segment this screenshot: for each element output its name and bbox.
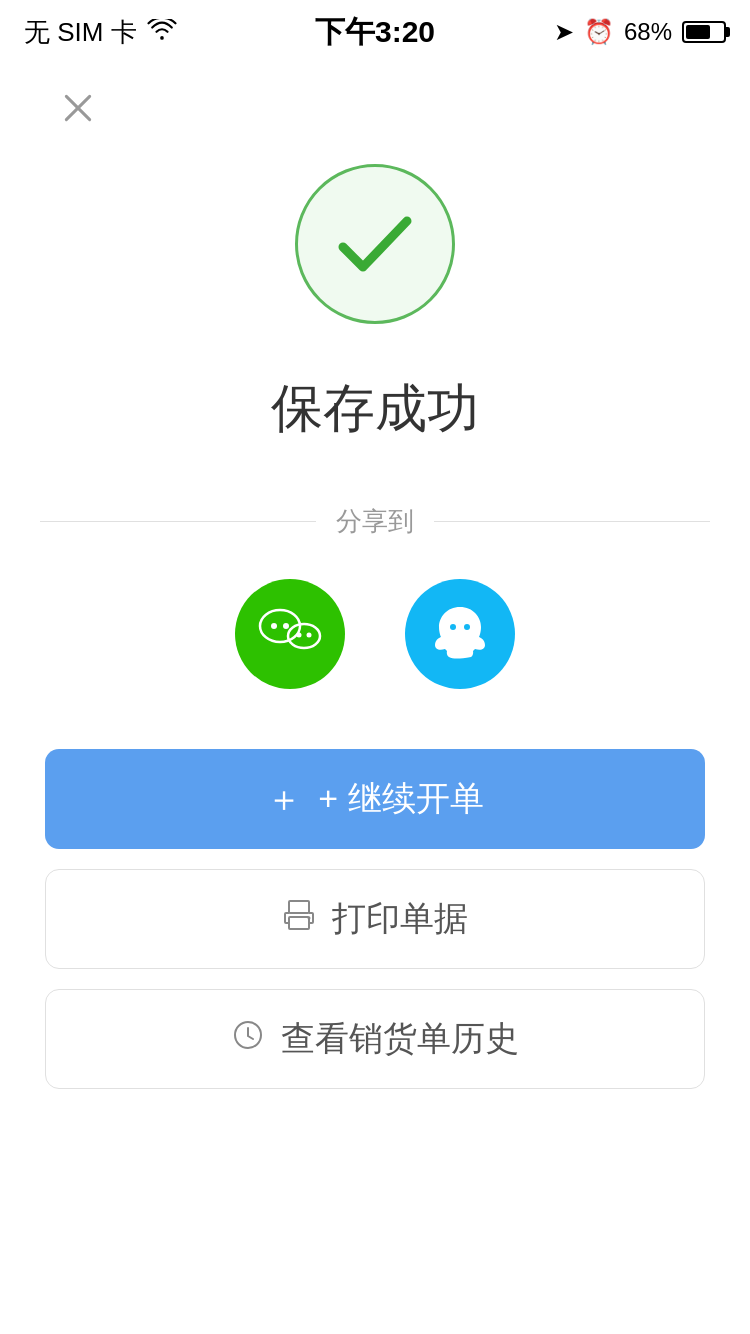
battery-icon [682,21,726,43]
svg-point-5 [307,633,312,638]
wechat-icon [256,604,324,664]
status-icons: ➤ ⏰ 68% [554,18,726,46]
share-label: 分享到 [316,504,434,539]
share-icons-row [235,579,515,689]
wifi-icon [147,17,177,48]
wechat-share-button[interactable] [235,579,345,689]
checkmark-icon [335,209,415,279]
svg-point-7 [464,624,470,630]
plus-icon: ＋ [266,775,302,824]
divider-right [434,521,710,522]
status-time: 下午3:20 [315,12,435,53]
success-title: 保存成功 [271,374,479,444]
main-content: 保存成功 分享到 [0,64,750,1089]
svg-rect-9 [289,917,309,929]
divider-left [40,521,316,522]
history-button[interactable]: 查看销货单历史 [45,989,705,1089]
status-carrier: 无 SIM 卡 [24,15,177,50]
actions-section: ＋ + 继续开单 打印单据 [45,749,705,1089]
svg-point-2 [271,623,277,629]
close-icon [58,88,98,128]
share-divider: 分享到 [0,504,750,539]
battery-percent: 68% [624,18,672,46]
history-icon [231,1018,265,1061]
continue-button[interactable]: ＋ + 继续开单 [45,749,705,849]
status-bar: 无 SIM 卡 下午3:20 ➤ ⏰ 68% [0,0,750,64]
svg-point-1 [288,624,320,648]
svg-point-10 [308,916,311,919]
success-icon-circle [295,164,455,324]
alarm-icon: ⏰ [584,18,614,46]
location-icon: ➤ [554,18,574,46]
continue-label: + 继续开单 [318,776,483,822]
carrier-text: 无 SIM 卡 [24,15,137,50]
history-label: 查看销货单历史 [281,1016,519,1062]
qq-share-button[interactable] [405,579,515,689]
svg-rect-8 [289,901,309,913]
share-section: 分享到 [0,504,750,689]
print-button[interactable]: 打印单据 [45,869,705,969]
svg-point-6 [450,624,456,630]
close-button[interactable] [50,80,106,136]
svg-point-4 [297,633,302,638]
print-icon [282,898,316,941]
svg-point-3 [283,623,289,629]
print-label: 打印单据 [332,896,468,942]
qq-icon [429,601,491,667]
